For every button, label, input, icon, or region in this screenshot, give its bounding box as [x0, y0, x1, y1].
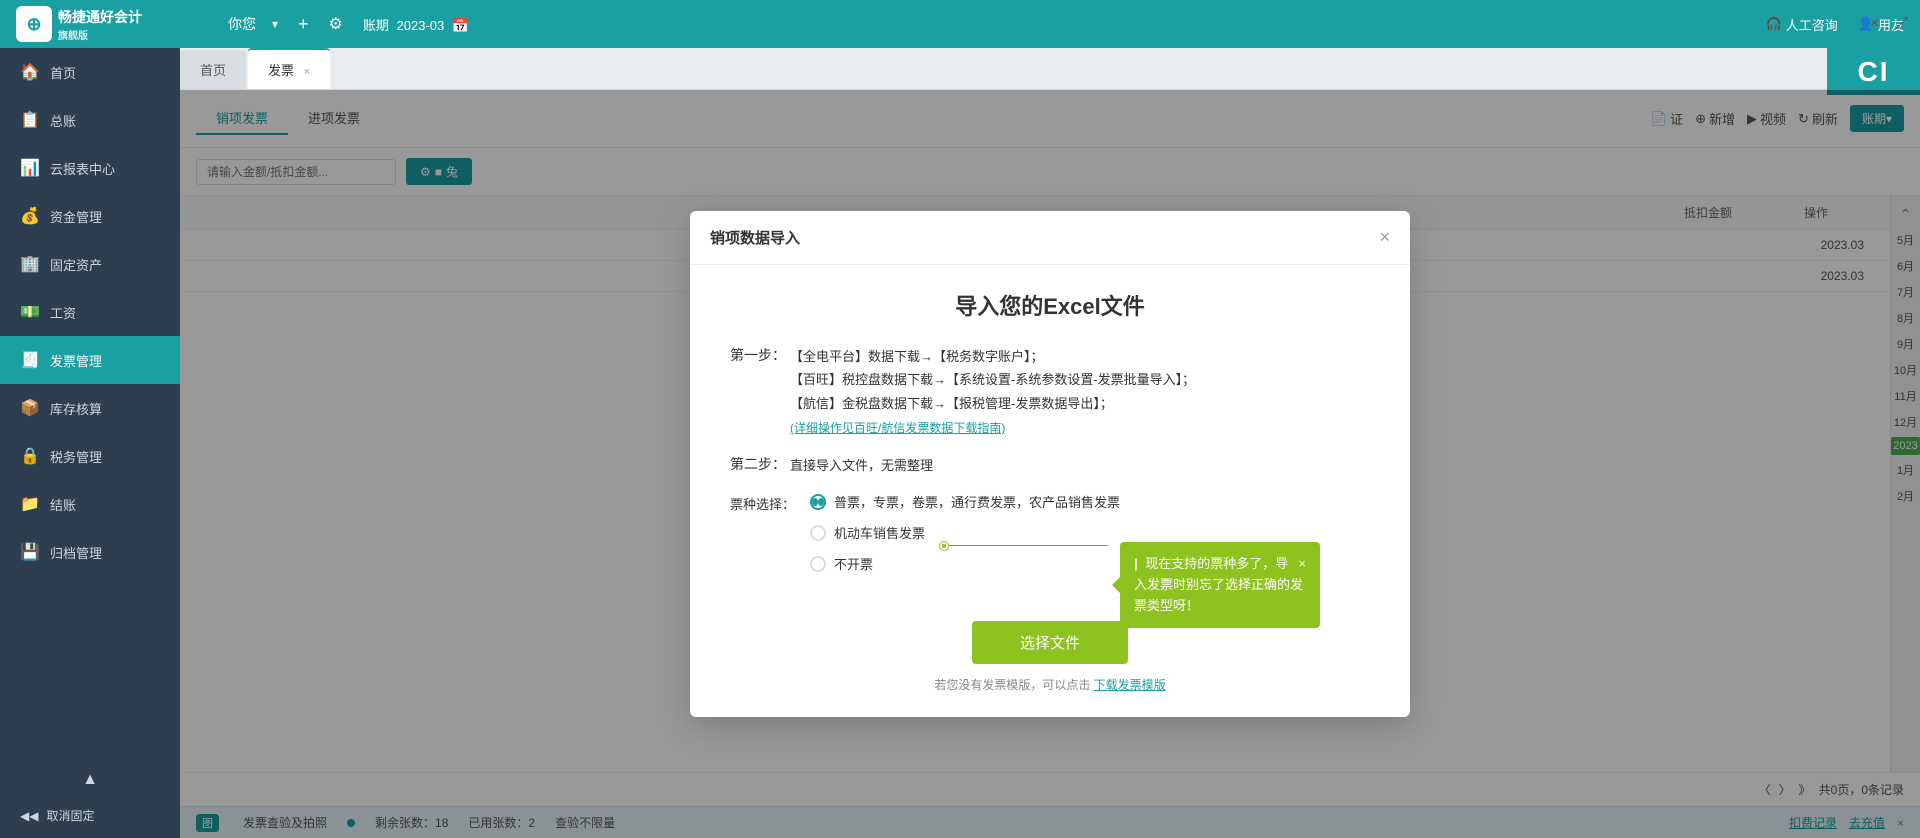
add-tab-button[interactable]: +	[298, 14, 309, 35]
sidebar-item-archive[interactable]: 💾 归档管理	[0, 528, 180, 576]
invoice-content: 销项发票 进项发票 📄 证 ⊕ 新增 ▶ 视频	[180, 90, 1920, 838]
calendar-icon[interactable]: 📅	[452, 17, 469, 33]
sidebar-item-inventory-label: 库存核算	[50, 399, 102, 418]
sidebar-item-ledger[interactable]: 📋 总账	[0, 96, 180, 144]
sidebar-item-assets[interactable]: 🏢 固定资产	[0, 240, 180, 288]
modal-close-button[interactable]: ×	[1379, 227, 1390, 248]
tax-icon: 🔒	[20, 446, 40, 466]
radio-circle-2	[810, 525, 826, 541]
invoice-icon: 🧾	[20, 350, 40, 370]
headset-icon: 🎧	[1766, 16, 1782, 32]
logo: ⊕ 畅捷通好会计 旗舰版	[16, 6, 196, 42]
sidebar-item-report[interactable]: 📊 云报表中心	[0, 144, 180, 192]
sidebar-item-archive-label: 归档管理	[50, 543, 102, 562]
sidebar-item-salary[interactable]: 💵 工资	[0, 288, 180, 336]
radio-group: 普票，专票，卷票，通行费发票，农产品销售发票 机动车销售发票 不开票	[810, 492, 1120, 585]
scroll-up-icon: ▲	[82, 771, 98, 788]
radio-section: 票种选择： 普票，专票，卷票，通行费发票，农产品销售发票	[730, 492, 1370, 585]
sidebar-item-assets-label: 固定资产	[50, 255, 102, 274]
radio-circle-1	[810, 494, 826, 510]
template-hint: 若您没有发票模版，可以点击 下载发票模版	[934, 676, 1165, 693]
topbar: ⊕ 畅捷通好会计 旗舰版 你您 ▾ + ⚙ 账期 2023-03 📅 🎧 人工咨…	[0, 0, 1920, 48]
main-area: 首页 发票 × 销项发票 进项发票 📄 证 ⊕ 新增	[180, 48, 1920, 838]
select-file-button[interactable]: 选择文件	[972, 621, 1128, 664]
download-template-link[interactable]: 下载发票模版	[1094, 678, 1166, 692]
archive-icon: 💾	[20, 542, 40, 562]
tabbar: 首页 发票 ×	[180, 48, 1920, 90]
step1-link[interactable]: (详细操作见百旺/航信发票数据下载指南)	[790, 421, 1005, 435]
radio-label: 票种选择：	[730, 492, 810, 513]
tooltip-connector-line	[948, 545, 1108, 546]
tab-home[interactable]: 首页	[180, 50, 246, 89]
report-icon: 📊	[20, 158, 40, 178]
sidebar-scroll-up[interactable]: ▲	[0, 767, 180, 793]
radio-option-2[interactable]: 机动车销售发票	[810, 523, 1120, 542]
home-icon: 🏠	[20, 62, 40, 82]
sidebar-unpin[interactable]: ◀◀ 取消固定	[0, 793, 180, 838]
settle-icon: 📁	[20, 494, 40, 514]
ledger-icon: 📋	[20, 110, 40, 130]
sidebar-item-ledger-label: 总账	[50, 111, 76, 130]
sidebar-item-fund-label: 资金管理	[50, 207, 102, 226]
sidebar-item-settle-label: 结账	[50, 495, 76, 514]
period-label: 账期 2023-03 📅	[363, 15, 469, 34]
inventory-icon: 📦	[20, 398, 40, 418]
sidebar-item-report-label: 云报表中心	[50, 159, 115, 178]
step1-line1: 【全电平台】数据下载→【税务数字账户】；	[790, 345, 1195, 368]
modal-main-title: 导入您的Excel文件	[730, 289, 1370, 321]
pin-icon: ◀◀	[20, 809, 38, 823]
step1-label: 第一步：	[730, 345, 790, 365]
sidebar-item-tax[interactable]: 🔒 税务管理	[0, 432, 180, 480]
sidebar: 🏠 首页 📋 总账 📊 云报表中心 💰 资金管理 🏢 固定资产 💵 工资 🧾 发…	[0, 48, 180, 838]
sidebar-item-settle[interactable]: 📁 结账	[0, 480, 180, 528]
sidebar-item-tax-label: 税务管理	[50, 447, 102, 466]
assets-icon: 🏢	[20, 254, 40, 274]
window-close-button[interactable]: ×	[1870, 15, 1879, 33]
modal-overlay: 销项数据导入 × 导入您的Excel文件 第一步： 【全电平台】数据下载→【税务…	[180, 90, 1920, 838]
tooltip-text: 现在支持的票种多了，导入发票时别忘了选择正确的发票类型呀！	[1134, 556, 1303, 613]
tooltip-bubble: × | 现在支持的票种多了，导入发票时别忘了选择正确的发票类型呀！	[1120, 542, 1320, 628]
company-name[interactable]: 你您	[228, 14, 256, 34]
radio-label-3: 不开票	[834, 554, 873, 573]
service-button[interactable]: 🎧 人工咨询	[1766, 15, 1838, 34]
modal-footer: 选择文件 若您没有发票模版，可以点击 下载发票模版	[690, 613, 1410, 717]
sidebar-item-invoice-label: 发票管理	[50, 351, 102, 370]
tab-invoice[interactable]: 发票 ×	[248, 48, 330, 89]
sidebar-item-invoice[interactable]: 🧾 发票管理	[0, 336, 180, 384]
app-name: 畅捷通好会计	[58, 7, 142, 27]
salary-icon: 💵	[20, 302, 40, 322]
sidebar-item-fund[interactable]: 💰 资金管理	[0, 192, 180, 240]
modal-header: 销项数据导入 ×	[690, 211, 1410, 265]
fund-icon: 💰	[20, 206, 40, 226]
modal-title: 销项数据导入	[710, 227, 800, 248]
window-controls: × ⤢	[1858, 0, 1920, 48]
tab-close-icon[interactable]: ×	[304, 66, 310, 78]
modal-body: 导入您的Excel文件 第一步： 【全电平台】数据下载→【税务数字账户】； 【百…	[690, 265, 1410, 613]
logo-icon: ⊕	[16, 6, 52, 42]
sidebar-item-home-label: 首页	[50, 63, 76, 82]
sidebar-item-inventory[interactable]: 📦 库存核算	[0, 384, 180, 432]
radio-label-1: 普票，专票，卷票，通行费发票，农产品销售发票	[834, 492, 1120, 511]
step1: 第一步： 【全电平台】数据下载→【税务数字账户】； 【百旺】税控盘数据下载→【系…	[730, 345, 1370, 436]
step1-line2: 【百旺】税控盘数据下载→【系统设置-系统参数设置-发票批量导入】；	[790, 368, 1195, 391]
radio-label-2: 机动车销售发票	[834, 523, 925, 542]
company-dropdown-icon[interactable]: ▾	[272, 17, 278, 31]
sidebar-item-salary-label: 工资	[50, 303, 76, 322]
radio-option-1[interactable]: 普票，专票，卷票，通行费发票，农产品销售发票	[810, 492, 1120, 511]
step2-label: 第二步：	[730, 454, 790, 474]
step2-text: 直接导入文件，无需整理	[790, 455, 933, 474]
tooltip-close-button[interactable]: ×	[1298, 554, 1306, 575]
settings-icon[interactable]: ⚙	[329, 14, 343, 34]
step2: 第二步： 直接导入文件，无需整理	[730, 454, 1370, 474]
radio-circle-3	[810, 556, 826, 572]
sidebar-item-home[interactable]: 🏠 首页	[0, 48, 180, 96]
radio-option-3[interactable]: 不开票	[810, 554, 1120, 573]
app-version: 旗舰版	[58, 27, 142, 42]
import-modal: 销项数据导入 × 导入您的Excel文件 第一步： 【全电平台】数据下载→【税务…	[690, 211, 1410, 717]
ci-avatar: CI	[1827, 48, 1920, 95]
step1-line3: 【航信】金税盘数据下载→【报税管理-发票数据导出】；	[790, 392, 1195, 415]
window-maximize-button[interactable]: ⤢	[1895, 15, 1908, 33]
